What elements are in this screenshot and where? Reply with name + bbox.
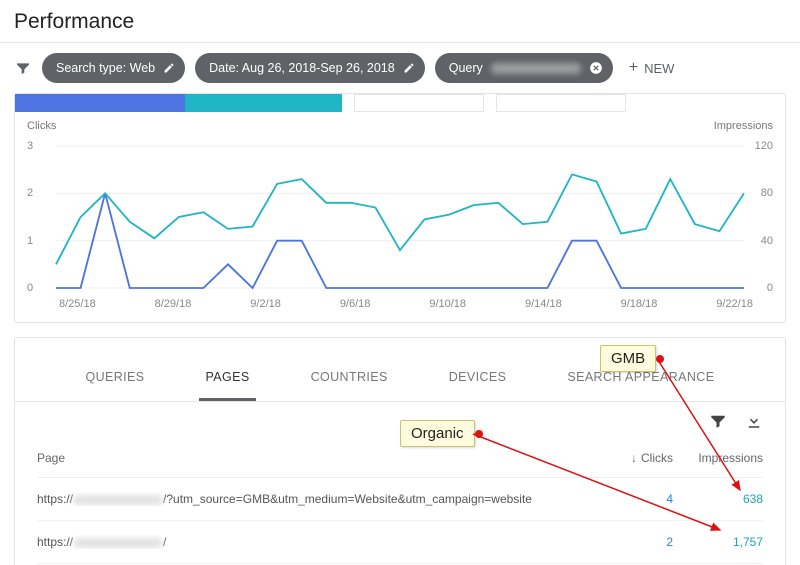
metric-placeholder[interactable] (496, 94, 626, 112)
col-impressions[interactable]: Impressions (673, 451, 763, 465)
metric-placeholder[interactable] (354, 94, 484, 112)
add-filter-button[interactable]: + NEW (623, 59, 675, 77)
chip-label: Search type: Web (56, 61, 155, 75)
chip-search-type[interactable]: Search type: Web (42, 53, 185, 83)
pencil-icon (163, 62, 175, 74)
annotation-gmb: GMB (600, 345, 656, 372)
chip-label: Query (449, 61, 483, 75)
download-icon[interactable] (745, 412, 763, 435)
impressions-value: 638 (673, 492, 763, 506)
metric-impressions-bar[interactable] (185, 94, 342, 112)
filter-icon[interactable] (709, 412, 727, 435)
sort-arrow-icon: ↓ (631, 451, 637, 465)
tab-pages[interactable]: PAGES (199, 356, 255, 401)
new-label: NEW (644, 61, 674, 76)
pencil-icon (403, 62, 415, 74)
page-url: https:/// (37, 535, 583, 549)
plus-icon: + (629, 59, 638, 77)
x-axis: 8/25/188/29/189/2/189/6/189/10/189/14/18… (27, 292, 773, 320)
chip-label: Date: Aug 26, 2018-Sep 26, 2018 (209, 61, 395, 75)
tab-devices[interactable]: DEVICES (443, 356, 513, 401)
table-row[interactable]: https:///21,757 (37, 521, 763, 564)
metric-clicks-bar[interactable] (15, 94, 185, 112)
col-page[interactable]: Page (37, 451, 583, 465)
close-icon[interactable] (589, 61, 603, 75)
tab-countries[interactable]: COUNTRIES (305, 356, 394, 401)
col-clicks[interactable]: ↓ Clicks (583, 451, 673, 465)
table-row[interactable]: https:///?utm_source=GMB&utm_medium=Webs… (37, 478, 763, 521)
chip-date-range[interactable]: Date: Aug 26, 2018-Sep 26, 2018 (195, 53, 425, 83)
filter-icon[interactable] (14, 59, 32, 77)
clicks-value: 2 (583, 535, 673, 549)
table-tabs: QUERIESPAGESCOUNTRIESDEVICESSEARCH APPEA… (15, 356, 785, 402)
chart-card: Clicks Impressions 0123 04080120 8/25/18… (14, 93, 786, 323)
chart-plot: 0123 04080120 (27, 142, 773, 292)
filter-bar: Search type: Web Date: Aug 26, 2018-Sep … (0, 43, 800, 93)
clicks-value: 4 (583, 492, 673, 506)
left-axis-label: Clicks (27, 120, 56, 132)
chip-query[interactable]: Query (435, 53, 613, 83)
metric-strip (15, 94, 785, 112)
table-card: QUERIESPAGESCOUNTRIESDEVICESSEARCH APPEA… (14, 337, 786, 565)
page-title: Performance (0, 0, 800, 43)
tab-queries[interactable]: QUERIES (79, 356, 150, 401)
redacted-text (491, 63, 581, 74)
annotation-organic: Organic (400, 420, 475, 447)
right-axis-label: Impressions (714, 120, 773, 132)
impressions-value: 1,757 (673, 535, 763, 549)
page-url: https:///?utm_source=GMB&utm_medium=Webs… (37, 492, 583, 506)
